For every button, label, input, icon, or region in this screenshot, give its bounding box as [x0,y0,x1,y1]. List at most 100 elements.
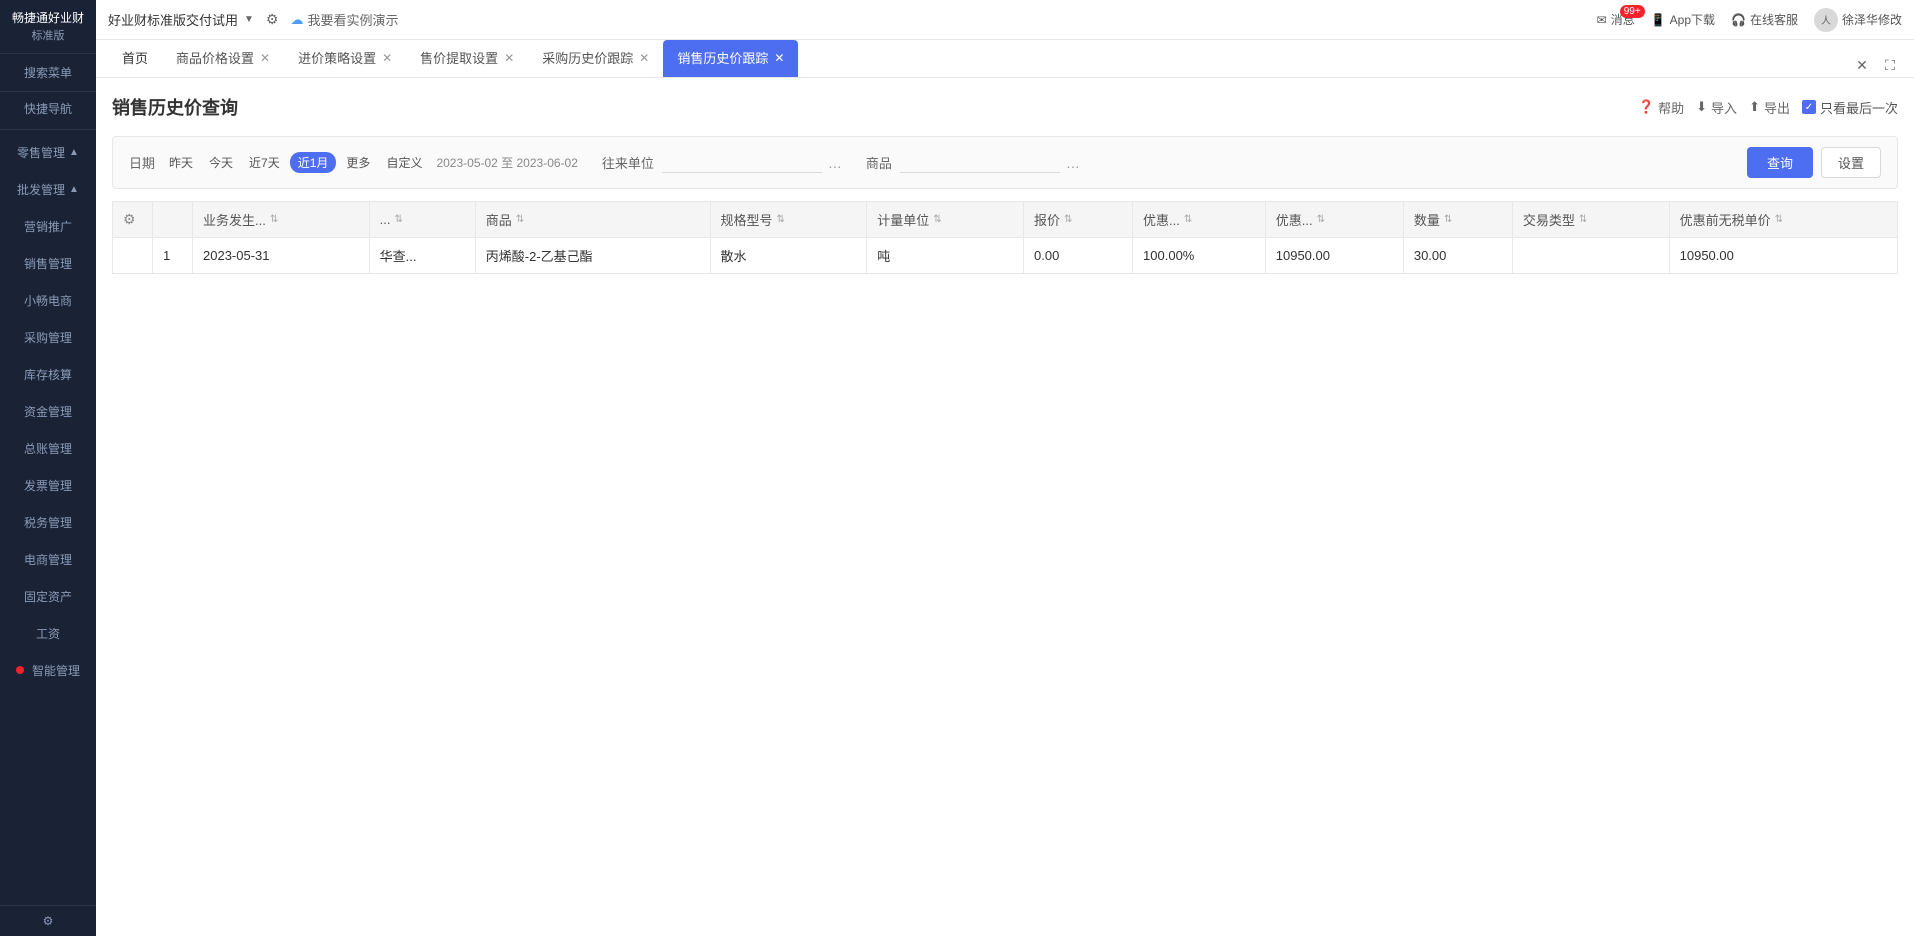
module-arrow-icon: ▼ [244,14,254,25]
tab-purchase-strategy[interactable]: 进价策略设置 ✕ [284,40,406,77]
tab-purchase-history[interactable]: 采购历史价跟踪 ✕ [528,40,663,77]
messages-button[interactable]: ✉ 消息 99+ [1597,11,1635,28]
product-input[interactable] [900,153,1060,173]
only-last-checkbox-label[interactable]: ✓ 只看最后一次 [1802,98,1898,117]
col-date-sort-icon: ⇅ [270,214,278,225]
date-opt-last1m[interactable]: 近1月 [290,152,337,173]
product-more-icon[interactable]: … [1066,155,1080,171]
tab-sales-history-close[interactable]: ✕ [774,51,784,65]
sidebar-quicknav[interactable]: 快捷导航 [0,92,96,125]
col-trans-type[interactable]: 交易类型 ⇅ [1512,202,1669,238]
col-qty[interactable]: 数量 ⇅ [1403,202,1512,238]
col-date[interactable]: 业务发生... ⇅ [193,202,370,238]
user-menu[interactable]: 人 徐泽华修改 [1814,8,1902,32]
sidebar-item-xiaochangec[interactable]: 小畅电商 [0,282,96,319]
sidebar-item-tax[interactable]: 税务管理 [0,504,96,541]
sidebar-item-ledger[interactable]: 总账管理 [0,430,96,467]
export-link[interactable]: ⬆ 导出 [1749,98,1790,117]
col-qty-label: 数量 [1414,210,1440,229]
tab-sale-price-close[interactable]: ✕ [504,51,514,65]
maximize-window-button[interactable]: ⛶ [1878,53,1902,77]
topbar-settings-icon[interactable]: ⚙ [266,11,279,28]
only-last-checkbox[interactable]: ✓ [1802,100,1816,114]
settings-button[interactable]: 设置 [1821,147,1881,178]
sidebar-item-finance[interactable]: 资金管理 [0,393,96,430]
date-opt-more[interactable]: 更多 [340,152,376,173]
tab-sale-price[interactable]: 售价提取设置 ✕ [406,40,528,77]
sidebar-item-label: 智能管理 [32,662,80,679]
messages-badge: 99+ [1620,5,1645,18]
smart-dot-icon [16,666,24,674]
tab-product-price-close[interactable]: ✕ [260,51,270,65]
tabbar: 首页 商品价格设置 ✕ 进价策略设置 ✕ 售价提取设置 ✕ 采购历史价跟踪 ✕ … [96,40,1914,78]
avatar: 人 [1814,8,1838,32]
module-selector[interactable]: 好业财标准版交付试用 ▼ [108,10,254,29]
date-range-text: 2023-05-02 至 2023-06-02 [436,154,577,171]
sidebar-item-label: 零售管理 [17,144,65,161]
sidebar-item-marketing[interactable]: 营销推广 [0,208,96,245]
sidebar-item-salary[interactable]: 工资 [0,615,96,652]
tab-purchase-strategy-close[interactable]: ✕ [382,51,392,65]
demo-link[interactable]: ☁ 我要看实例演示 [290,10,398,29]
header-row: ⚙ 业务发生... ⇅ ... [113,202,1898,238]
date-opt-custom[interactable]: 自定义 [380,152,428,173]
sidebar-item-assets[interactable]: 固定资产 [0,578,96,615]
topbar-right: ✉ 消息 99+ 📱 App下载 🎧 在线客服 人 徐泽华修改 [1597,8,1902,32]
date-options: 昨天 今天 近7天 近1月 更多 自定义 [163,152,428,173]
col-unit-label: 计量单位 [877,210,929,229]
message-icon: ✉ [1597,13,1607,27]
col-spec[interactable]: 规格型号 ⇅ [710,202,867,238]
col-discount1[interactable]: 优惠... ⇅ [1133,202,1266,238]
headset-icon: 🎧 [1731,13,1746,27]
sidebar-item-label: 批发管理 [17,181,65,198]
sidebar-search[interactable]: 搜索菜单 [0,54,96,92]
row-product-cell: 丙烯酸-2-乙基己酯 [475,238,710,274]
app-download-button[interactable]: 📱 App下载 [1651,11,1715,28]
table-gear-icon[interactable]: ⚙ [123,211,136,227]
col-dots1[interactable]: ... ⇅ [369,202,475,238]
query-button[interactable]: 查询 [1747,147,1813,178]
app-name-line1: 畅捷通好业财 [8,10,88,27]
tab-sales-history[interactable]: 销售历史价跟踪 ✕ [663,40,798,77]
cloud-icon: ☁ [290,12,303,28]
tab-product-price[interactable]: 商品价格设置 ✕ [162,40,284,77]
col-pretax-price[interactable]: 优惠前无税单价 ⇅ [1669,202,1897,238]
table-header: ⚙ 业务发生... ⇅ ... [113,202,1898,238]
sidebar-item-ecom[interactable]: 电商管理 [0,541,96,578]
import-link[interactable]: ⬇ 导入 [1696,98,1737,117]
row-date-cell: 2023-05-31 [193,238,370,274]
help-link[interactable]: ❓ 帮助 [1638,98,1684,117]
app-logo: 畅捷通好业财 标准版 [0,0,96,54]
sidebar-item-purchase[interactable]: 采购管理 [0,319,96,356]
tab-home[interactable]: 首页 [108,40,162,77]
module-name: 好业财标准版交付试用 [108,10,238,29]
tab-purchase-history-close[interactable]: ✕ [639,51,649,65]
sidebar-item-wholesale[interactable]: 批发管理 ▲ [0,171,96,208]
date-opt-today[interactable]: 今天 [203,152,239,173]
col-unit[interactable]: 计量单位 ⇅ [867,202,1024,238]
date-filter-label: 日期 [129,153,155,172]
col-product[interactable]: 商品 ⇅ [475,202,710,238]
from-unit-input[interactable] [662,153,822,173]
tab-purchase-strategy-label: 进价策略设置 [298,48,376,67]
col-pretax-price-sort-icon: ⇅ [1775,214,1783,225]
sidebar-item-inventory[interactable]: 库存核算 [0,356,96,393]
row-qty-cell: 30.00 [1403,238,1512,274]
sidebar-item-sales[interactable]: 销售管理 [0,245,96,282]
online-service-button[interactable]: 🎧 在线客服 [1731,11,1798,28]
date-opt-last7[interactable]: 近7天 [243,152,286,173]
sidebar-item-retail[interactable]: 零售管理 ▲ [0,134,96,171]
sidebar-item-invoice[interactable]: 发票管理 [0,467,96,504]
from-unit-input-group: … [662,153,842,173]
page: 销售历史价查询 ❓ 帮助 ⬇ 导入 ⬆ 导出 [96,78,1914,936]
row-dots1-cell: 华查... [369,238,475,274]
row-discount2-cell: 10950.00 [1265,238,1403,274]
from-unit-more-icon[interactable]: … [828,155,842,171]
close-window-button[interactable]: ✕ [1850,53,1874,77]
col-spec-label: 规格型号 [721,210,773,229]
col-discount2[interactable]: 优惠... ⇅ [1265,202,1403,238]
sidebar-item-smart[interactable]: 智能管理 [0,652,96,689]
sidebar-settings[interactable]: ⚙ [0,905,96,936]
col-price[interactable]: 报价 ⇅ [1024,202,1133,238]
date-opt-yesterday[interactable]: 昨天 [163,152,199,173]
